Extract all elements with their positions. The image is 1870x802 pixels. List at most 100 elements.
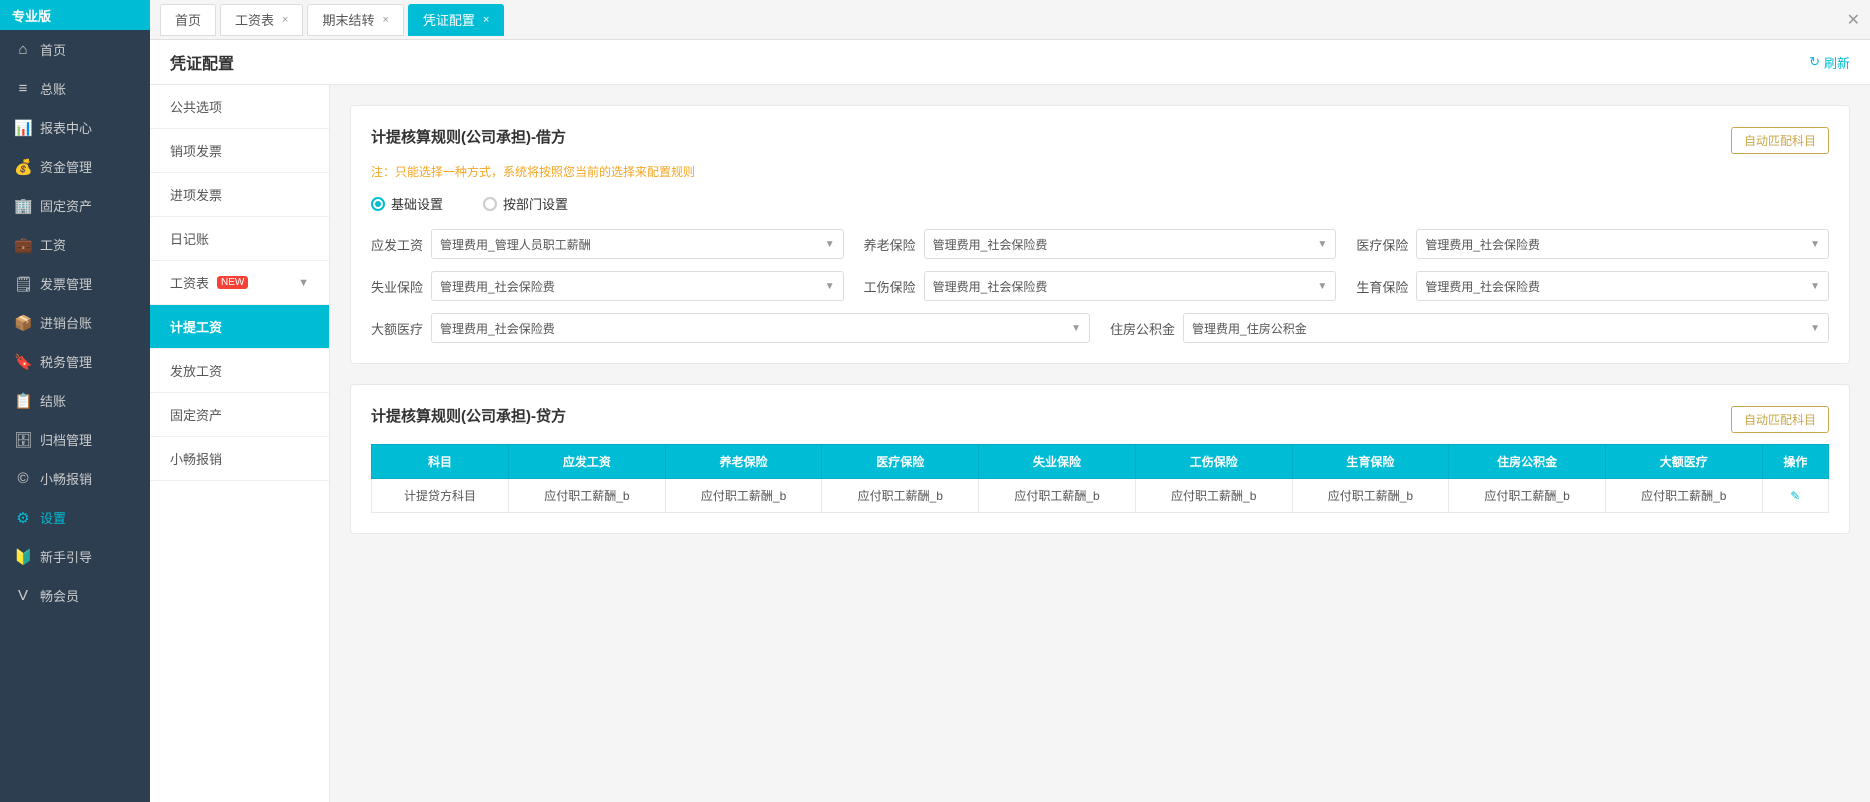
left-nav-petty-cash[interactable]: 小畅报销 xyxy=(150,437,329,481)
tabs-bar: 首页 工资表 × 期末结转 × 凭证配置 × ✕ xyxy=(150,0,1870,40)
xiaochang-icon: © xyxy=(14,470,32,487)
form-grid-row2: 失业保险 管理费用_社会保险费 ▼ 工伤保险 管理费用_社会保险费 ▼ xyxy=(371,271,1829,301)
section-debit-header: 计提核算规则(公司承担)-借方 自动匹配科目 xyxy=(371,126,1829,155)
tab-home-label: 首页 xyxy=(175,10,201,29)
sidebar-item-label: 发票管理 xyxy=(40,274,92,293)
sidebar-item-fund[interactable]: 💰 资金管理 xyxy=(0,147,150,186)
field-maternity-select[interactable]: 管理费用_社会保险费 ▼ xyxy=(1416,271,1829,301)
sidebar-item-member[interactable]: V 畅会员 xyxy=(0,576,150,615)
sidebar-item-settings[interactable]: ⚙ 设置 xyxy=(0,498,150,537)
field-housing-fund-select[interactable]: 管理费用_住房公积金 ▼ xyxy=(1183,313,1829,343)
left-nav-salary-table[interactable]: 工资表 NEW ▼ xyxy=(150,261,329,305)
th-subject: 科目 xyxy=(372,445,509,479)
table-cell: 计提贷方科目 xyxy=(372,479,509,513)
tab-period-close[interactable]: 期末结转 × xyxy=(307,4,403,36)
section-debit-note: 注：只能选择一种方式，系统将按照您当前的选择来配置规则 xyxy=(371,163,1829,180)
medical-dropdown-icon: ▼ xyxy=(1810,239,1820,250)
app-name: 专业版 xyxy=(0,0,150,30)
content-area: 公共选项 销项发票 进项发票 日记账 工资表 NEW ▼ 计提工资 发放工资 xyxy=(150,85,1870,802)
sidebar-item-label: 总账 xyxy=(40,79,66,98)
th-housing: 住房公积金 xyxy=(1449,445,1606,479)
table-cell: 应付职工薪酬_b xyxy=(1449,479,1606,513)
field-medical-label: 医疗保险 xyxy=(1356,235,1408,254)
refresh-button[interactable]: ↻ 刷新 xyxy=(1809,53,1850,72)
field-pension-select[interactable]: 管理费用_社会保险费 ▼ xyxy=(924,229,1337,259)
sidebar-item-label: 首页 xyxy=(40,40,66,59)
th-unemployment: 失业保险 xyxy=(979,445,1136,479)
new-badge: NEW xyxy=(217,276,248,289)
edit-icon[interactable]: ✎ xyxy=(1762,479,1828,513)
sidebar-item-salary[interactable]: 💼 工资 xyxy=(0,225,150,264)
sidebar-item-invoice[interactable]: 🗒 发票管理 xyxy=(0,264,150,303)
field-injury: 工伤保险 管理费用_社会保险费 ▼ xyxy=(864,271,1337,301)
close-all-tabs-button[interactable]: ✕ xyxy=(1847,10,1860,30)
auto-match-debit-button[interactable]: 自动匹配科目 xyxy=(1731,127,1829,154)
left-nav-diary[interactable]: 日记账 xyxy=(150,217,329,261)
sidebar-item-home[interactable]: ⌂ 首页 xyxy=(0,30,150,69)
tab-salary-table-close[interactable]: × xyxy=(282,14,288,26)
section-credit: 计提核算规则(公司承担)-贷方 自动匹配科目 科目 应发工资 养老保险 医疗保险… xyxy=(350,384,1850,534)
left-nav-purchase-invoice[interactable]: 进项发票 xyxy=(150,173,329,217)
radio-basic[interactable]: 基础设置 xyxy=(371,194,443,213)
pension-dropdown-icon: ▼ xyxy=(1317,239,1327,250)
sidebar-item-ledger[interactable]: ≡ 总账 xyxy=(0,69,150,108)
tab-voucher-config-close[interactable]: × xyxy=(483,14,489,26)
archive-icon: 🗄 xyxy=(14,431,32,449)
tab-period-close-close[interactable]: × xyxy=(382,14,388,26)
purchase-icon: 📦 xyxy=(14,314,32,332)
tab-salary-table[interactable]: 工资表 × xyxy=(220,4,303,36)
table-cell: 应付职工薪酬_b xyxy=(509,479,666,513)
sidebar-item-label: 报表中心 xyxy=(40,118,92,137)
salary-icon: 💼 xyxy=(14,236,32,254)
th-salary: 应发工资 xyxy=(509,445,666,479)
table-cell: 应付职工薪酬_b xyxy=(1135,479,1292,513)
page-header: 凭证配置 ↻ 刷新 xyxy=(150,40,1870,85)
sidebar-item-label: 新手引导 xyxy=(40,547,92,566)
field-medical-value: 管理费用_社会保险费 xyxy=(1425,236,1540,253)
sidebar-item-report[interactable]: 📊 报表中心 xyxy=(0,108,150,147)
auto-match-credit-button[interactable]: 自动匹配科目 xyxy=(1731,406,1829,433)
sidebar-item-guide[interactable]: 🔰 新手引导 xyxy=(0,537,150,576)
th-medical: 医疗保险 xyxy=(822,445,979,479)
right-content: 计提核算规则(公司承担)-借方 自动匹配科目 注：只能选择一种方式，系统将按照您… xyxy=(330,85,1870,802)
left-nav-fixed-asset[interactable]: 固定资产 xyxy=(150,393,329,437)
table-cell: 应付职工薪酬_b xyxy=(1605,479,1762,513)
field-maternity-label: 生育保险 xyxy=(1356,277,1408,296)
sidebar: 专业版 ⌂ 首页 ≡ 总账 📊 报表中心 💰 资金管理 🏢 固定资产 💼 工资 … xyxy=(0,0,150,802)
left-nav-sale-invoice[interactable]: 销项发票 xyxy=(150,129,329,173)
left-nav-pay-salary[interactable]: 发放工资 xyxy=(150,349,329,393)
field-injury-value: 管理费用_社会保险费 xyxy=(933,278,1048,295)
sidebar-item-purchase[interactable]: 📦 进销台账 xyxy=(0,303,150,342)
sidebar-item-archive[interactable]: 🗄 归档管理 xyxy=(0,420,150,459)
radio-basic-circle xyxy=(371,197,385,211)
sidebar-item-label: 资金管理 xyxy=(40,157,92,176)
radio-basic-label: 基础设置 xyxy=(391,194,443,213)
field-pension-value: 管理费用_社会保险费 xyxy=(933,236,1048,253)
fund-icon: 💰 xyxy=(14,158,32,176)
left-nav-calc-salary[interactable]: 计提工资 xyxy=(150,305,329,349)
tab-voucher-config[interactable]: 凭证配置 × xyxy=(408,4,504,36)
sidebar-item-close[interactable]: 📋 结账 xyxy=(0,381,150,420)
section-debit-title: 计提核算规则(公司承担)-借方 xyxy=(371,126,566,147)
sidebar-item-tax[interactable]: 🔖 税务管理 xyxy=(0,342,150,381)
sidebar-item-xiaochang[interactable]: © 小畅报销 xyxy=(0,459,150,498)
left-nav-public[interactable]: 公共选项 xyxy=(150,85,329,129)
field-housing-fund: 住房公积金 管理费用_住房公积金 ▼ xyxy=(1110,313,1829,343)
report-icon: 📊 xyxy=(14,119,32,137)
radio-by-dept[interactable]: 按部门设置 xyxy=(483,194,568,213)
refresh-label: 刷新 xyxy=(1824,53,1850,72)
sidebar-item-label: 设置 xyxy=(40,508,66,527)
field-injury-select[interactable]: 管理费用_社会保险费 ▼ xyxy=(924,271,1337,301)
field-unemployment-select[interactable]: 管理费用_社会保险费 ▼ xyxy=(431,271,844,301)
field-unemployment-label: 失业保险 xyxy=(371,277,423,296)
field-injury-label: 工伤保险 xyxy=(864,277,916,296)
field-medical-select[interactable]: 管理费用_社会保险费 ▼ xyxy=(1416,229,1829,259)
main-area: 首页 工资表 × 期末结转 × 凭证配置 × ✕ 凭证配置 ↻ 刷新 公共选项 xyxy=(150,0,1870,802)
sidebar-item-asset[interactable]: 🏢 固定资产 xyxy=(0,186,150,225)
field-salary-select[interactable]: 管理费用_管理人员职工薪酬 ▼ xyxy=(431,229,844,259)
field-unemployment-value: 管理费用_社会保险费 xyxy=(440,278,555,295)
th-maternity: 生育保险 xyxy=(1292,445,1449,479)
field-large-medical-select[interactable]: 管理费用_社会保险费 ▼ xyxy=(431,313,1090,343)
tab-period-close-label: 期末结转 xyxy=(322,10,374,29)
tab-home[interactable]: 首页 xyxy=(160,4,216,36)
